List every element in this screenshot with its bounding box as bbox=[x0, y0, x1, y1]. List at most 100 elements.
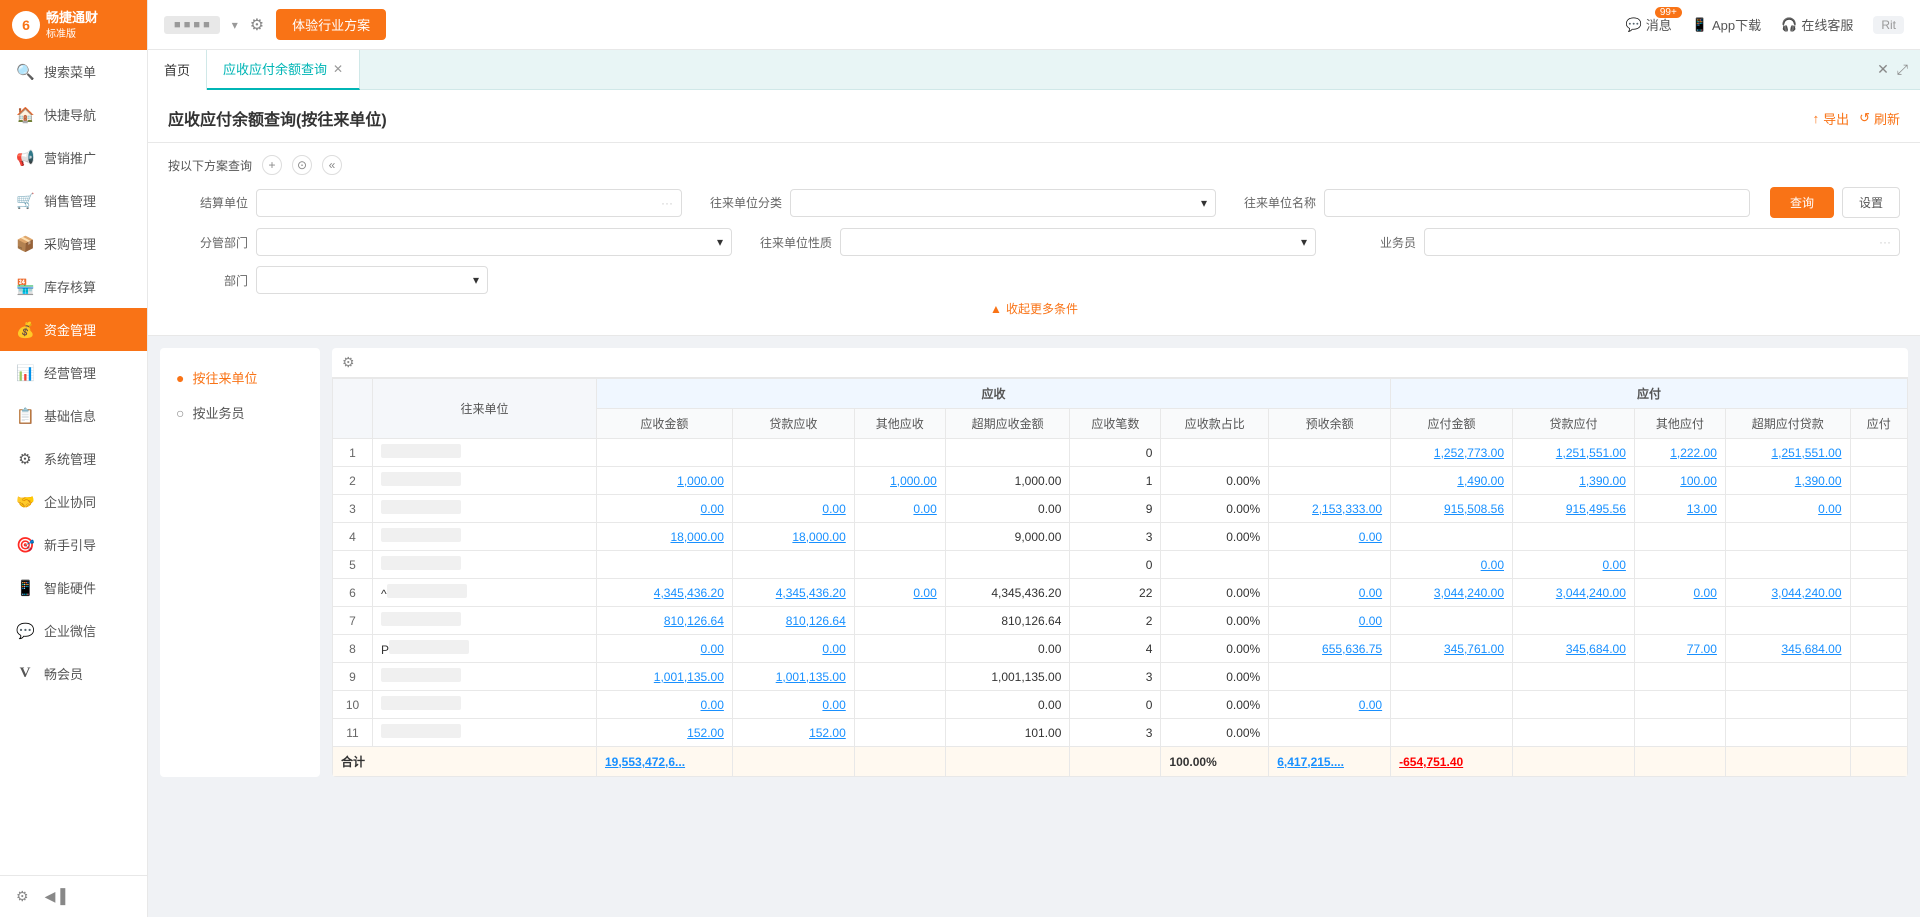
sidebar-item-inventory[interactable]: 🏪 库存核算 bbox=[0, 265, 147, 308]
query-button[interactable]: 查询 bbox=[1770, 187, 1834, 218]
department-dropdown[interactable]: ▾ bbox=[256, 266, 488, 294]
marketing-icon: 📢 bbox=[16, 149, 34, 167]
col-pay: 应付 bbox=[1850, 409, 1907, 439]
footer-recv-amt[interactable]: 19,553,472,6... bbox=[596, 747, 732, 777]
col-other-recv: 其他应收 bbox=[854, 409, 945, 439]
search-row-3: 部门 ▾ bbox=[168, 266, 1900, 294]
dept-field: 分管部门 ▾ bbox=[168, 228, 732, 256]
dept-dropdown[interactable]: ▾ bbox=[256, 228, 732, 256]
chevron-down-icon-3: ▾ bbox=[1301, 235, 1307, 249]
partner-nature-label: 往来单位性质 bbox=[752, 234, 832, 251]
settlement-unit-input[interactable]: ··· bbox=[256, 189, 682, 217]
salesman-input[interactable]: ··· bbox=[1424, 228, 1900, 256]
table-row: 418,000.0018,000.009,000.0030.00%0.00 bbox=[333, 523, 1908, 551]
scheme-collapse-button[interactable]: « bbox=[322, 155, 342, 175]
hardware-icon: 📱 bbox=[16, 579, 34, 597]
sidebar-item-system[interactable]: ⚙ 系统管理 bbox=[0, 437, 147, 480]
content-area: ● 按往来单位 ○ 按业务员 ⚙ bbox=[148, 336, 1920, 789]
table-footer-row: 合计 19,553,472,6... 100.00% 6,417,215....… bbox=[333, 747, 1908, 777]
user-info: Rit bbox=[1873, 16, 1904, 34]
sidebar-item-collab[interactable]: 🤝 企业协同 bbox=[0, 480, 147, 523]
breadcrumb-chevron[interactable]: ▾ bbox=[232, 18, 238, 32]
partner-nature-field: 往来单位性质 ▾ bbox=[752, 228, 1316, 256]
table-row: 91,001,135.001,001,135.001,001,135.0030.… bbox=[333, 663, 1908, 691]
search-panel: 按以下方案查询 + ⊙ « 结算单位 ··· 往来单位分类 bbox=[148, 143, 1920, 336]
sales-icon: 🛒 bbox=[16, 192, 34, 210]
table-row: 7810,126.64810,126.64810,126.6420.00%0.0… bbox=[333, 607, 1908, 635]
col-group-recv: 应收 bbox=[596, 379, 1390, 409]
partner-category-dropdown[interactable]: ▾ bbox=[790, 189, 1216, 217]
sidebar-item-finance[interactable]: 💰 资金管理 bbox=[0, 308, 147, 351]
settings-bottom-icon[interactable]: ⚙ bbox=[16, 888, 29, 905]
collapse-icon[interactable]: ◀▐ bbox=[45, 888, 66, 905]
partner-category-label: 往来单位分类 bbox=[702, 194, 782, 211]
col-loan-pay: 贷款应付 bbox=[1513, 409, 1635, 439]
add-scheme-button[interactable]: + bbox=[262, 155, 282, 175]
col-no bbox=[333, 379, 373, 439]
collapse-button[interactable]: ▲ 收起更多条件 bbox=[168, 294, 1900, 323]
filter-by-salesman[interactable]: ○ 按业务员 bbox=[160, 395, 320, 430]
chevron-down-icon: ▾ bbox=[1201, 196, 1207, 210]
vip-icon: V bbox=[16, 665, 34, 682]
partner-category-field: 往来单位分类 ▾ bbox=[702, 189, 1216, 217]
topbar-gear-icon[interactable]: ⚙ bbox=[250, 15, 264, 35]
sidebar-item-operations[interactable]: 📊 经营管理 bbox=[0, 351, 147, 394]
search-label: 按以下方案查询 bbox=[168, 157, 252, 174]
sidebar-item-basic-info[interactable]: 📋 基础信息 bbox=[0, 394, 147, 437]
col-loan-recv: 贷款应收 bbox=[732, 409, 854, 439]
footer-other-recv bbox=[854, 747, 945, 777]
col-pay-amt: 应付金额 bbox=[1391, 409, 1513, 439]
sidebar-item-search[interactable]: 🔍 搜索菜单 bbox=[0, 50, 147, 93]
partner-name-input[interactable] bbox=[1324, 189, 1750, 217]
table-row: 500.000.00 bbox=[333, 551, 1908, 579]
breadcrumb: ■ ■ ■ ■ bbox=[164, 16, 220, 34]
maximize-icon[interactable]: ⤢ bbox=[1897, 61, 1908, 78]
search-row-2: 分管部门 ▾ 往来单位性质 ▾ 业务员 ··· bbox=[168, 228, 1900, 256]
col-recv-amt: 应收金额 bbox=[596, 409, 732, 439]
close-window-icon[interactable]: ✕ bbox=[1877, 61, 1889, 78]
input-dots-icon: ··· bbox=[661, 196, 673, 210]
data-table: 往来单位 应收 应付 应收金额 贷款应收 其他应收 超期应收金额 应收笔数 应收… bbox=[332, 378, 1908, 777]
filter-by-unit[interactable]: ● 按往来单位 bbox=[160, 360, 320, 395]
tab-receivable[interactable]: 应收应付余额查询 ✕ bbox=[207, 50, 360, 90]
app-download-button[interactable]: 📱 App下载 bbox=[1692, 15, 1761, 34]
col-overdue-pay: 超期应付贷款 bbox=[1725, 409, 1850, 439]
tab-close-icon[interactable]: ✕ bbox=[333, 62, 343, 76]
sidebar-item-guide[interactable]: 🎯 新手引导 bbox=[0, 523, 147, 566]
footer-recv-count bbox=[1070, 747, 1161, 777]
col-recv-ratio: 应收款占比 bbox=[1161, 409, 1269, 439]
sidebar-item-wechat[interactable]: 💬 企业微信 bbox=[0, 609, 147, 652]
plan-button[interactable]: 体验行业方案 bbox=[276, 9, 386, 40]
collab-icon: 🤝 bbox=[16, 493, 34, 511]
footer-prepay[interactable]: 6,417,215.... bbox=[1269, 747, 1391, 777]
scheme-settings-button[interactable]: ⊙ bbox=[292, 155, 312, 175]
table-scroll[interactable]: 往来单位 应收 应付 应收金额 贷款应收 其他应收 超期应收金额 应收笔数 应收… bbox=[332, 378, 1908, 777]
partner-nature-dropdown[interactable]: ▾ bbox=[840, 228, 1316, 256]
tab-home[interactable]: 首页 bbox=[148, 50, 207, 90]
topbar: ■ ■ ■ ■ ▾ ⚙ 体验行业方案 💬 消息 99+ 📱 App下载 🎧 在线… bbox=[148, 0, 1920, 50]
salesman-field: 业务员 ··· bbox=[1336, 228, 1900, 256]
table-settings-icon[interactable]: ⚙ bbox=[342, 354, 355, 370]
chevron-down-icon-2: ▾ bbox=[717, 235, 723, 249]
export-icon: ↑ bbox=[1813, 111, 1820, 126]
sidebar-item-marketing[interactable]: 📢 营销推广 bbox=[0, 136, 147, 179]
tabbar-controls: ✕ ⤢ bbox=[1877, 61, 1920, 78]
refresh-button[interactable]: ↺ 刷新 bbox=[1859, 109, 1900, 128]
footer-pay-amt[interactable]: -654,751.40 bbox=[1391, 747, 1513, 777]
export-button[interactable]: ↑ 导出 bbox=[1813, 109, 1850, 128]
sidebar-item-vip[interactable]: V 畅会员 bbox=[0, 652, 147, 695]
settings-button[interactable]: 设置 bbox=[1842, 187, 1900, 218]
message-button[interactable]: 💬 消息 99+ bbox=[1626, 15, 1672, 34]
sidebar-item-nav[interactable]: 🏠 快捷导航 bbox=[0, 93, 147, 136]
col-group-pay: 应付 bbox=[1391, 379, 1908, 409]
sidebar-item-purchase[interactable]: 📦 采购管理 bbox=[0, 222, 147, 265]
sidebar-item-hardware[interactable]: 📱 智能硬件 bbox=[0, 566, 147, 609]
finance-icon: 💰 bbox=[16, 321, 34, 339]
table-row: 6^4,345,436.204,345,436.200.004,345,436.… bbox=[333, 579, 1908, 607]
salesman-label: 业务员 bbox=[1336, 234, 1416, 251]
department-field: 部门 ▾ bbox=[168, 266, 488, 294]
collapse-up-icon: ▲ bbox=[990, 302, 1002, 316]
online-service-button[interactable]: 🎧 在线客服 bbox=[1781, 15, 1853, 34]
sidebar-item-sales[interactable]: 🛒 销售管理 bbox=[0, 179, 147, 222]
search-top: 按以下方案查询 + ⊙ « bbox=[168, 155, 1900, 175]
